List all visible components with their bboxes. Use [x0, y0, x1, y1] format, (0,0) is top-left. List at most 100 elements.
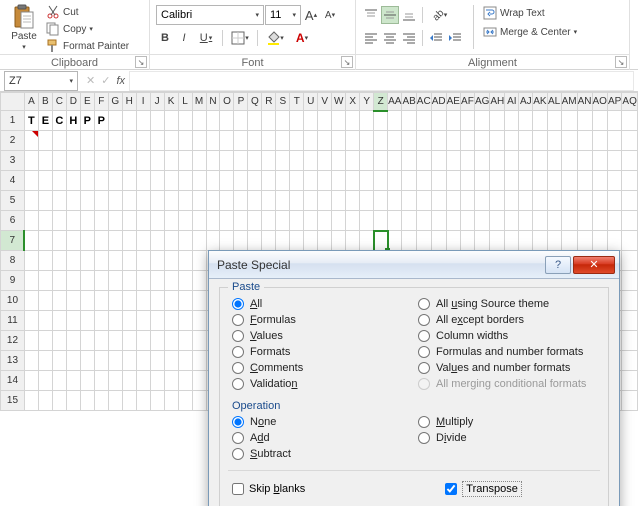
cell[interactable]	[346, 231, 360, 251]
cell[interactable]	[24, 391, 38, 411]
column-header[interactable]: N	[206, 93, 220, 111]
cell[interactable]	[66, 391, 80, 411]
cell[interactable]	[490, 111, 505, 131]
paste-option-radio[interactable]: Values and number formats	[418, 362, 596, 374]
operation-option-radio[interactable]: Subtract	[232, 448, 410, 460]
cell[interactable]	[533, 211, 547, 231]
cell[interactable]	[460, 111, 474, 131]
cell[interactable]	[290, 171, 304, 191]
cell[interactable]	[80, 251, 94, 271]
cell[interactable]	[374, 111, 388, 131]
cell[interactable]	[577, 191, 592, 211]
cell[interactable]	[402, 151, 416, 171]
cell[interactable]	[276, 231, 290, 251]
column-header[interactable]: B	[38, 93, 52, 111]
align-left-button[interactable]	[362, 29, 380, 47]
column-header[interactable]: AH	[490, 93, 505, 111]
increase-indent-button[interactable]	[446, 29, 464, 47]
cell[interactable]	[533, 171, 547, 191]
cell[interactable]	[24, 271, 38, 291]
cell[interactable]	[136, 351, 150, 371]
column-header[interactable]: AJ	[519, 93, 533, 111]
underline-button[interactable]: U▾	[194, 29, 218, 47]
cell[interactable]	[122, 171, 136, 191]
cell[interactable]	[290, 211, 304, 231]
cell[interactable]	[164, 351, 178, 371]
cell[interactable]	[446, 211, 460, 231]
operation-option-radio[interactable]: Add	[232, 432, 410, 444]
cell[interactable]: P	[80, 111, 94, 131]
cell[interactable]	[402, 171, 416, 191]
column-header[interactable]: K	[164, 93, 178, 111]
cell[interactable]	[505, 231, 519, 251]
cell[interactable]	[519, 211, 533, 231]
cell[interactable]	[220, 231, 234, 251]
dialog-titlebar[interactable]: Paste Special ? ✕	[209, 251, 619, 279]
cell[interactable]	[164, 311, 178, 331]
cell[interactable]	[622, 251, 638, 271]
cell[interactable]	[38, 331, 52, 351]
cell[interactable]	[416, 151, 431, 171]
cell[interactable]	[38, 351, 52, 371]
cell[interactable]	[533, 111, 547, 131]
cell[interactable]	[94, 151, 108, 171]
cell[interactable]	[52, 211, 66, 231]
cell[interactable]	[248, 211, 262, 231]
cell[interactable]	[262, 151, 276, 171]
cell[interactable]	[460, 131, 474, 151]
cell[interactable]	[136, 311, 150, 331]
cell[interactable]	[80, 211, 94, 231]
cell[interactable]	[332, 111, 346, 131]
cell[interactable]	[206, 111, 220, 131]
cell[interactable]	[248, 131, 262, 151]
cell[interactable]	[262, 171, 276, 191]
cell[interactable]	[94, 131, 108, 151]
cell[interactable]	[622, 211, 638, 231]
cell[interactable]	[66, 331, 80, 351]
cell[interactable]	[519, 191, 533, 211]
cell[interactable]	[150, 171, 164, 191]
cell[interactable]	[577, 171, 592, 191]
column-header[interactable]: AP	[607, 93, 621, 111]
paste-option-radio[interactable]: Formats	[232, 346, 410, 358]
column-header[interactable]: AK	[533, 93, 547, 111]
cell[interactable]	[164, 171, 178, 191]
column-header[interactable]: F	[94, 93, 108, 111]
cell[interactable]	[402, 111, 416, 131]
cell[interactable]	[431, 131, 446, 151]
cell[interactable]	[178, 331, 192, 351]
cell[interactable]	[248, 171, 262, 191]
cell[interactable]	[66, 191, 80, 211]
cell[interactable]	[122, 311, 136, 331]
cell[interactable]: P	[94, 111, 108, 131]
cell[interactable]	[24, 231, 38, 251]
cell[interactable]	[94, 271, 108, 291]
cell[interactable]	[150, 271, 164, 291]
cell[interactable]	[622, 191, 638, 211]
operation-option-radio[interactable]: Divide	[418, 432, 596, 444]
cell[interactable]	[122, 291, 136, 311]
paste-option-radio[interactable]: All using Source theme	[418, 298, 596, 310]
column-header[interactable]: R	[262, 93, 276, 111]
cell[interactable]	[38, 191, 52, 211]
cell[interactable]	[38, 251, 52, 271]
column-header[interactable]: AN	[577, 93, 592, 111]
cell[interactable]	[304, 171, 318, 191]
cell[interactable]	[108, 291, 122, 311]
cell[interactable]	[192, 171, 206, 191]
cell[interactable]	[220, 171, 234, 191]
cell[interactable]	[332, 151, 346, 171]
cell[interactable]	[474, 111, 489, 131]
cell[interactable]	[136, 331, 150, 351]
cell[interactable]	[431, 111, 446, 131]
cell[interactable]	[150, 251, 164, 271]
cell[interactable]	[136, 211, 150, 231]
cell[interactable]	[561, 171, 577, 191]
cell[interactable]	[122, 351, 136, 371]
cell[interactable]	[52, 391, 66, 411]
cell[interactable]	[206, 231, 220, 251]
cell[interactable]	[248, 111, 262, 131]
cell[interactable]	[374, 211, 388, 231]
cell[interactable]	[490, 171, 505, 191]
cell[interactable]	[108, 311, 122, 331]
